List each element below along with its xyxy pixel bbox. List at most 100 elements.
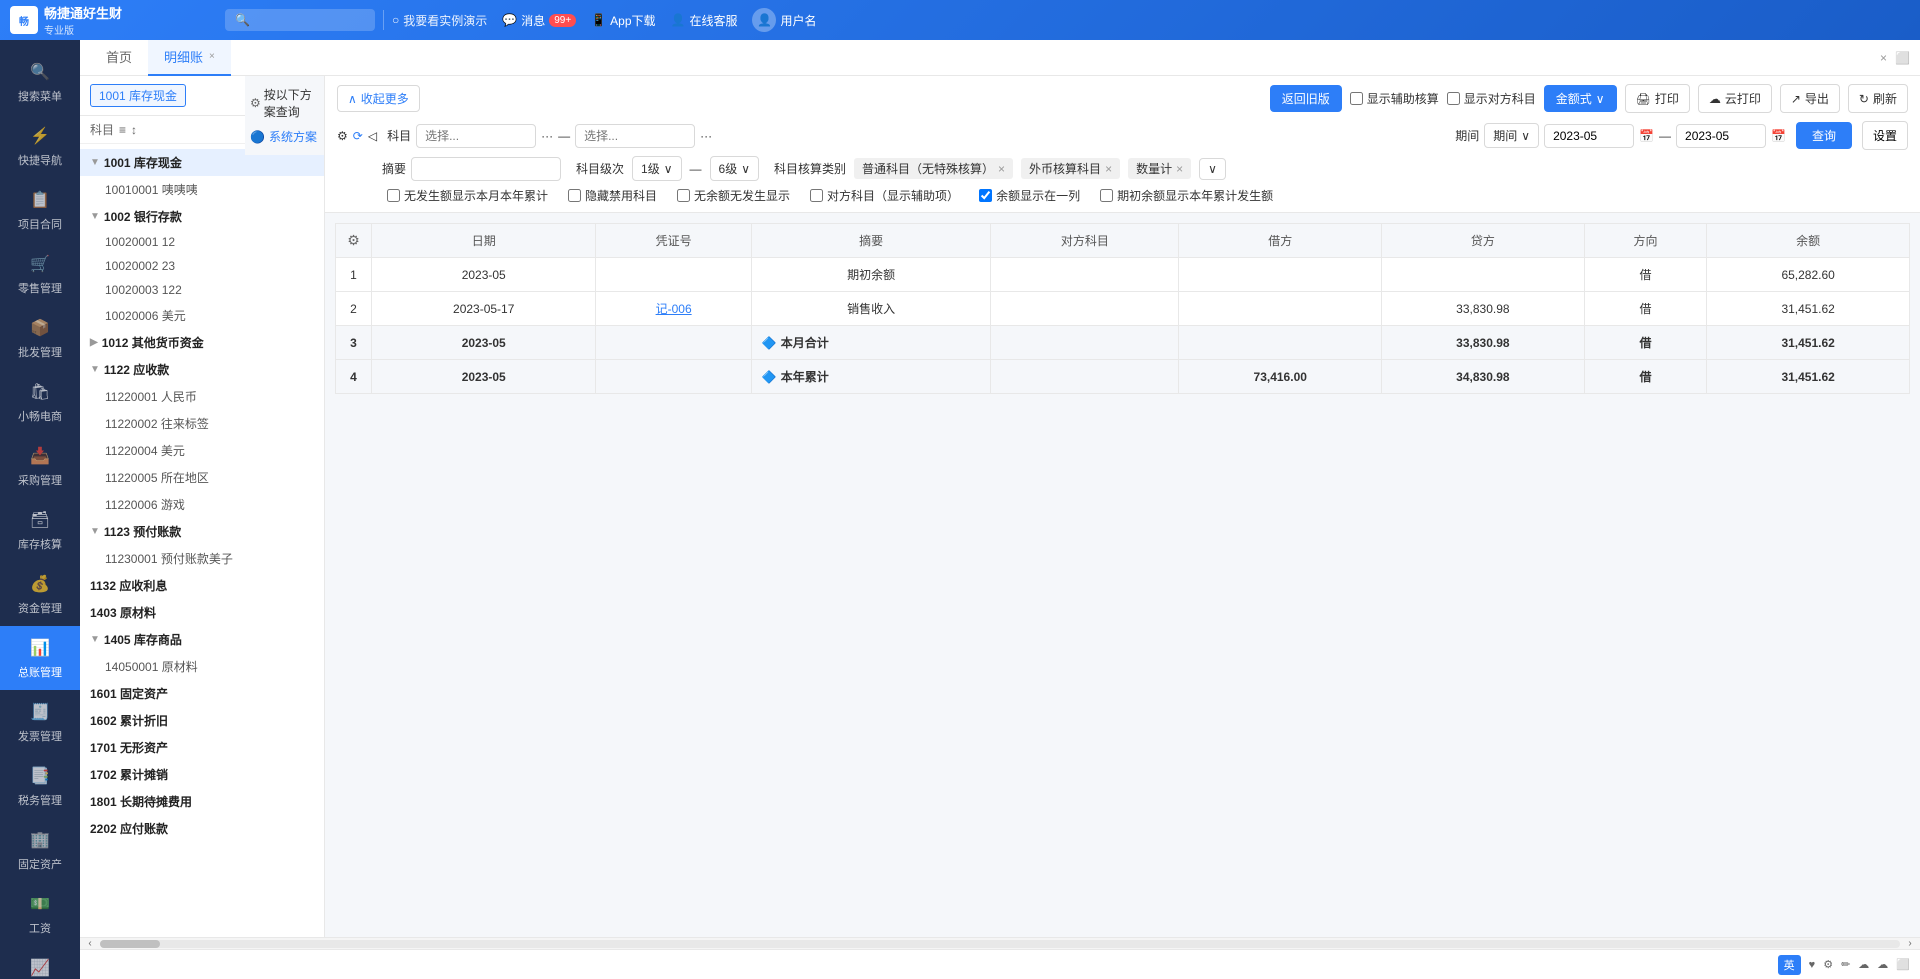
show-aux-check[interactable]: 显示辅助核算 [1350,90,1439,107]
tab-home[interactable]: 首页 [90,40,148,76]
sort-icon[interactable]: ↕ [131,123,137,137]
tab-ledger[interactable]: 明细账 × [148,40,231,76]
subject-from-input[interactable] [416,124,536,148]
export-btn[interactable]: ↗ 导出 [1780,84,1840,113]
show-aux-checkbox[interactable] [1350,92,1363,105]
collapse-arrow[interactable]: ◁ [368,129,377,143]
status-cloud1[interactable]: ☁ [1858,958,1869,971]
tag-quantity-close[interactable]: × [1176,162,1183,176]
account-node-11220004[interactable]: 11220004 美元 [80,437,324,464]
horizontal-scrollbar[interactable]: ‹ › [80,937,1920,949]
sidebar-item-management[interactable]: 📈 经营管理 [0,946,80,979]
status-heart[interactable]: ♥ [1809,959,1816,971]
sidebar-item-ecommerce[interactable]: 🛍 小畅电商 [0,370,80,434]
query-btn[interactable]: 查询 [1796,122,1852,149]
check-no-balance[interactable]: 无余额无发生显示 [677,187,790,204]
account-node-10020003[interactable]: 10020003 122 [80,278,324,302]
amount-btn[interactable]: 金额式 ∨ [1544,85,1617,112]
account-node-1123[interactable]: ▼ 1123 预付账款 [80,518,324,545]
tab-maximize[interactable]: ⬜ [1895,51,1910,65]
sidebar-item-salary[interactable]: 💵 工资 [0,882,80,946]
account-node-1122[interactable]: ▼ 1122 应收款 [80,356,324,383]
account-node-1702[interactable]: 1702 累计摊销 [80,761,324,788]
demo-link[interactable]: ○ 我要看实例演示 [392,12,487,29]
top-search[interactable]: 🔍 [225,9,375,31]
setting-btn[interactable]: 设置 [1862,121,1908,150]
gear-icon[interactable]: ⚙ [347,232,360,248]
scroll-right-btn[interactable]: › [1900,938,1920,950]
sidebar-item-wholesale[interactable]: 📦 批发管理 [0,306,80,370]
voucher-link[interactable]: 记-006 [656,302,692,316]
summary-input[interactable] [411,157,561,181]
subject-to-input[interactable] [575,124,695,148]
sidebar-item-shortcuts[interactable]: ⚡ 快捷导航 [0,114,80,178]
period-cal-icon2[interactable]: 📅 [1771,129,1786,143]
sidebar-item-invoice[interactable]: 🧾 发票管理 [0,690,80,754]
account-node-1012[interactable]: ▶ 1012 其他货币资金 [80,329,324,356]
sidebar-item-tax[interactable]: 📑 税务管理 [0,754,80,818]
show-subject-checkbox[interactable] [1447,92,1460,105]
check-no-amount-input[interactable] [387,189,400,202]
period-type-select[interactable]: 期间 ∨ [1484,123,1539,148]
status-chinese[interactable]: 英 [1778,955,1801,975]
account-node-11220002[interactable]: 11220002 往来标签 [80,410,324,437]
account-node-1601[interactable]: 1601 固定资产 [80,680,324,707]
account-node-1801[interactable]: 1801 长期待摊费用 [80,788,324,815]
period-from-input[interactable] [1544,124,1634,148]
sidebar-item-purchase[interactable]: 📥 采购管理 [0,434,80,498]
refresh-btn[interactable]: ↻ 刷新 [1848,84,1908,113]
level-to-select[interactable]: 6级 ∨ [710,156,759,181]
account-node-11230001[interactable]: 11230001 预付账款美子 [80,545,324,572]
account-node-1602[interactable]: 1602 累计折旧 [80,707,324,734]
quantity-dropdown[interactable]: ∨ [1199,158,1226,180]
status-gear[interactable]: ⚙ [1823,958,1833,971]
check-balance-col-input[interactable] [979,189,992,202]
check-hide-disabled-input[interactable] [568,189,581,202]
check-opening[interactable]: 期初余额显示本年累计发生额 [1100,187,1273,204]
user-btn[interactable]: 👤 用户名 [752,8,816,32]
list-icon[interactable]: ≡ [119,123,126,137]
check-counterpart[interactable]: 对方科目（显示辅助项） [810,187,959,204]
tag-normal-close[interactable]: × [998,162,1005,176]
sidebar-item-search[interactable]: 🔍 搜索菜单 [0,50,80,114]
scrollbar-thumb[interactable] [100,940,160,948]
check-balance-col[interactable]: 余额显示在一列 [979,187,1080,204]
period-to-input[interactable] [1676,124,1766,148]
tab-close-all[interactable]: × [1880,51,1887,65]
sidebar-item-inventory[interactable]: 🗃 库存核算 [0,498,80,562]
check-hide-disabled[interactable]: 隐藏禁用科目 [568,187,657,204]
check-no-balance-input[interactable] [677,189,690,202]
check-counterpart-input[interactable] [810,189,823,202]
account-node-10020001[interactable]: 10020001 12 [80,230,324,254]
account-node-2202[interactable]: 2202 应付账款 [80,815,324,842]
account-node-10020006[interactable]: 10020006 美元 [80,302,324,329]
account-node-10010001[interactable]: 10010001 咦咦咦 [80,176,324,203]
status-edit[interactable]: ✏ [1841,958,1850,971]
account-node-1132[interactable]: 1132 应收利息 [80,572,324,599]
sidebar-item-finance[interactable]: 💰 资金管理 [0,562,80,626]
account-node-14050001[interactable]: 14050001 原材料 [80,653,324,680]
sidebar-item-assets[interactable]: 🏢 固定资产 [0,818,80,882]
cloud-print-btn[interactable]: ☁ 云打印 [1698,84,1772,113]
status-cloud2[interactable]: ☁ [1877,958,1888,971]
tab-close-icon[interactable]: × [209,51,215,62]
return-old-btn[interactable]: 返回旧版 [1270,85,1342,112]
sidebar-item-contracts[interactable]: 📋 项目合同 [0,178,80,242]
check-no-amount[interactable]: 无发生额显示本月本年累计 [387,187,548,204]
sidebar-item-ledger[interactable]: 📊 总账管理 [0,626,80,690]
system-scheme-btn[interactable]: 🔵 系统方案 [250,128,319,145]
period-cal-icon1[interactable]: 📅 [1639,129,1654,143]
tag-foreign-close[interactable]: × [1105,162,1112,176]
account-node-10020002[interactable]: 10020002 23 [80,254,324,278]
account-node-1405[interactable]: ▼ 1405 库存商品 [80,626,324,653]
message-btn[interactable]: 💬 消息 99+ [502,12,576,29]
account-node-1403[interactable]: 1403 原材料 [80,599,324,626]
account-node-11220001[interactable]: 11220001 人民币 [80,383,324,410]
account-node-1701[interactable]: 1701 无形资产 [80,734,324,761]
account-node-11220005[interactable]: 11220005 所在地区 [80,464,324,491]
account-node-11220006[interactable]: 11220006 游戏 [80,491,324,518]
sidebar-item-retail[interactable]: 🛒 零售管理 [0,242,80,306]
scroll-left-btn[interactable]: ‹ [80,938,100,950]
online-service-btn[interactable]: 👤 在线客服 [671,12,738,29]
check-opening-input[interactable] [1100,189,1113,202]
